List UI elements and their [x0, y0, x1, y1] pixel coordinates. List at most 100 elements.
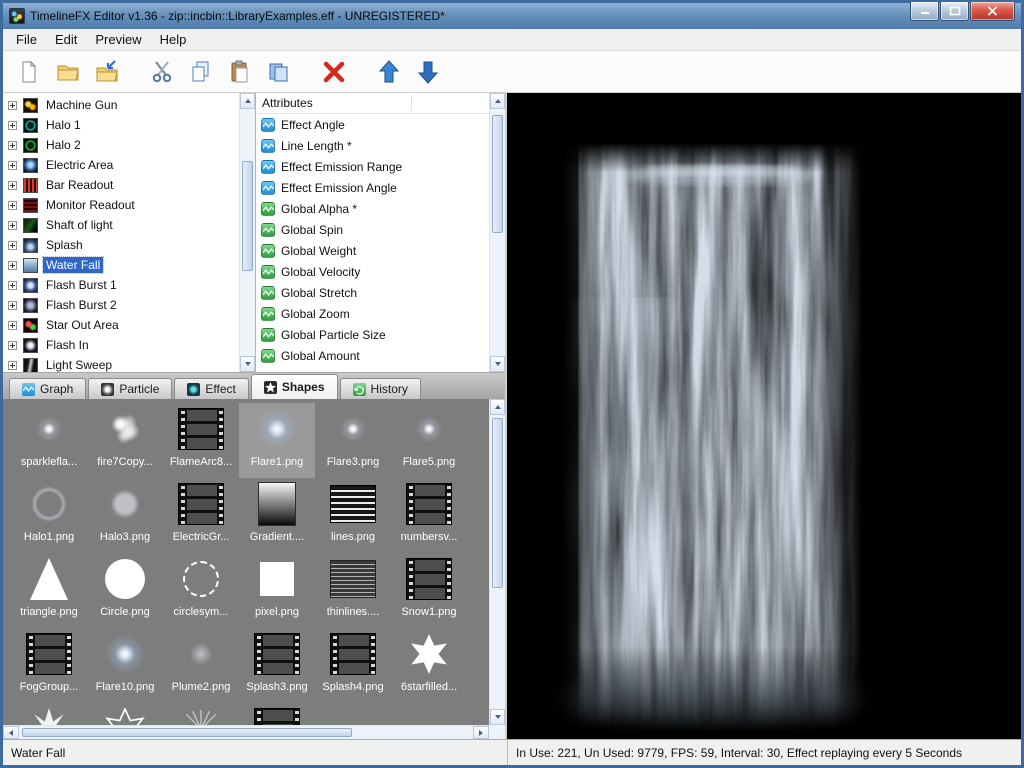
expand-toggle-icon[interactable] [8, 300, 17, 310]
scroll-right-button[interactable] [473, 726, 489, 739]
shape-item-star8[interactable] [11, 703, 87, 725]
scroll-thumb[interactable] [492, 115, 503, 233]
expand-toggle-icon[interactable] [8, 100, 17, 110]
scroll-down-button[interactable] [490, 709, 505, 725]
scroll-up-button[interactable] [490, 93, 505, 109]
shapes-vscrollbar[interactable] [489, 399, 505, 725]
attribute-line-length[interactable]: Line Length * [256, 135, 489, 156]
expand-toggle-icon[interactable] [8, 360, 17, 370]
move-up-button[interactable] [371, 55, 407, 89]
tree-item-bar-readout[interactable]: Bar Readout [3, 175, 239, 195]
shape-item-snow1[interactable]: Snow1.png [391, 553, 467, 628]
shape-item-circlesym[interactable]: circlesym... [163, 553, 239, 628]
scroll-track[interactable] [490, 415, 505, 709]
tree-item-flash-burst-1[interactable]: Flash Burst 1 [3, 275, 239, 295]
expand-toggle-icon[interactable] [8, 320, 17, 330]
scroll-up-button[interactable] [490, 399, 505, 415]
shape-item-halo3[interactable]: Halo3.png [87, 478, 163, 553]
shape-item-burst[interactable] [163, 703, 239, 725]
shape-item-star-outline[interactable] [87, 703, 163, 725]
shape-item-plume2[interactable]: Plume2.png [163, 628, 239, 703]
close-button[interactable] [970, 2, 1015, 21]
attribute-effect-emission-angle[interactable]: Effect Emission Angle [256, 177, 489, 198]
menu-edit[interactable]: Edit [46, 30, 86, 49]
expand-toggle-icon[interactable] [8, 140, 17, 150]
scroll-left-button[interactable] [3, 726, 19, 739]
shape-item-flare3[interactable]: Flare3.png [315, 403, 391, 478]
tree-item-star-out-area[interactable]: Star Out Area [3, 315, 239, 335]
copy-button[interactable] [183, 55, 219, 89]
tab-shapes[interactable]: Shapes [250, 374, 338, 399]
maximize-button[interactable] [940, 2, 969, 21]
shape-item-thinlines[interactable]: thinlines.... [315, 553, 391, 628]
attribute-global-velocity[interactable]: Global Velocity [256, 261, 489, 282]
tree-scrollbar[interactable] [239, 93, 255, 372]
expand-toggle-icon[interactable] [8, 200, 17, 210]
import-library-button[interactable] [89, 55, 125, 89]
expand-toggle-icon[interactable] [8, 340, 17, 350]
attribute-effect-emission-range[interactable]: Effect Emission Range [256, 156, 489, 177]
scroll-track[interactable] [240, 109, 255, 356]
shape-item-lines[interactable]: lines.png [315, 478, 391, 553]
tree-item-water-fall[interactable]: Water Fall [3, 255, 239, 275]
scroll-thumb[interactable] [22, 728, 352, 737]
shape-item-foggroup[interactable]: FogGroup... [11, 628, 87, 703]
tab-history[interactable]: History [339, 378, 421, 399]
duplicate-button[interactable] [261, 55, 297, 89]
attribute-global-particle-size[interactable]: Global Particle Size [256, 324, 489, 345]
menu-file[interactable]: File [7, 30, 46, 49]
attribute-global-alpha[interactable]: Global Alpha * [256, 198, 489, 219]
scroll-down-button[interactable] [490, 356, 505, 372]
scroll-track[interactable] [19, 726, 473, 739]
paste-button[interactable] [222, 55, 258, 89]
shape-item-sparkle[interactable]: sparklefla... [11, 403, 87, 478]
tree-item-monitor-readout[interactable]: Monitor Readout [3, 195, 239, 215]
tree-item-shaft-of-light[interactable]: Shaft of light [3, 215, 239, 235]
preview-viewport[interactable] [507, 93, 1021, 739]
tree-item-flash-in[interactable]: Flash In [3, 335, 239, 355]
new-effect-button[interactable] [11, 55, 47, 89]
scroll-down-button[interactable] [240, 356, 255, 372]
tree-item-machine-gun[interactable]: Machine Gun [3, 95, 239, 115]
scroll-thumb[interactable] [492, 418, 503, 588]
tree-item-splash[interactable]: Splash [3, 235, 239, 255]
attribute-effect-angle[interactable]: Effect Angle [256, 114, 489, 135]
move-down-button[interactable] [410, 55, 446, 89]
tree-item-electric-area[interactable]: Electric Area [3, 155, 239, 175]
minimize-button[interactable] [910, 2, 939, 21]
tab-graph[interactable]: Graph [9, 378, 87, 399]
cut-button[interactable] [144, 55, 180, 89]
shape-item-halo1[interactable]: Halo1.png [11, 478, 87, 553]
attribute-global-spin[interactable]: Global Spin [256, 219, 489, 240]
expand-toggle-icon[interactable] [8, 160, 17, 170]
shape-item-film[interactable] [239, 703, 315, 725]
expand-toggle-icon[interactable] [8, 120, 17, 130]
scroll-thumb[interactable] [242, 161, 253, 271]
attribute-global-zoom[interactable]: Global Zoom [256, 303, 489, 324]
attribute-global-stretch[interactable]: Global Stretch [256, 282, 489, 303]
expand-toggle-icon[interactable] [8, 180, 17, 190]
expand-toggle-icon[interactable] [8, 280, 17, 290]
scroll-track[interactable] [490, 109, 505, 356]
expand-toggle-icon[interactable] [8, 220, 17, 230]
attribute-global-weight[interactable]: Global Weight [256, 240, 489, 261]
attribute-global-amount[interactable]: Global Amount [256, 345, 489, 366]
shape-item-pixel[interactable]: pixel.png [239, 553, 315, 628]
shape-item-flare5[interactable]: Flare5.png [391, 403, 467, 478]
shape-item-splash4[interactable]: Splash4.png [315, 628, 391, 703]
menu-help[interactable]: Help [151, 30, 196, 49]
expand-toggle-icon[interactable] [8, 260, 17, 270]
shape-item-splash3[interactable]: Splash3.png [239, 628, 315, 703]
scroll-up-button[interactable] [240, 93, 255, 109]
tab-particle[interactable]: Particle [88, 378, 173, 399]
shape-item-circle[interactable]: Circle.png [87, 553, 163, 628]
shapes-hscrollbar[interactable] [3, 725, 489, 739]
shape-item-gradient[interactable]: Gradient.... [239, 478, 315, 553]
shape-item-fire7copy[interactable]: fire7Copy... [87, 403, 163, 478]
delete-button[interactable] [316, 55, 352, 89]
shape-item-6starfilled[interactable]: 6starfilled... [391, 628, 467, 703]
tree-item-halo-1[interactable]: Halo 1 [3, 115, 239, 135]
shape-item-numbersv[interactable]: numbersv... [391, 478, 467, 553]
shape-item-flare1-selected[interactable]: Flare1.png [239, 403, 315, 478]
shape-item-flare10[interactable]: Flare10.png [87, 628, 163, 703]
